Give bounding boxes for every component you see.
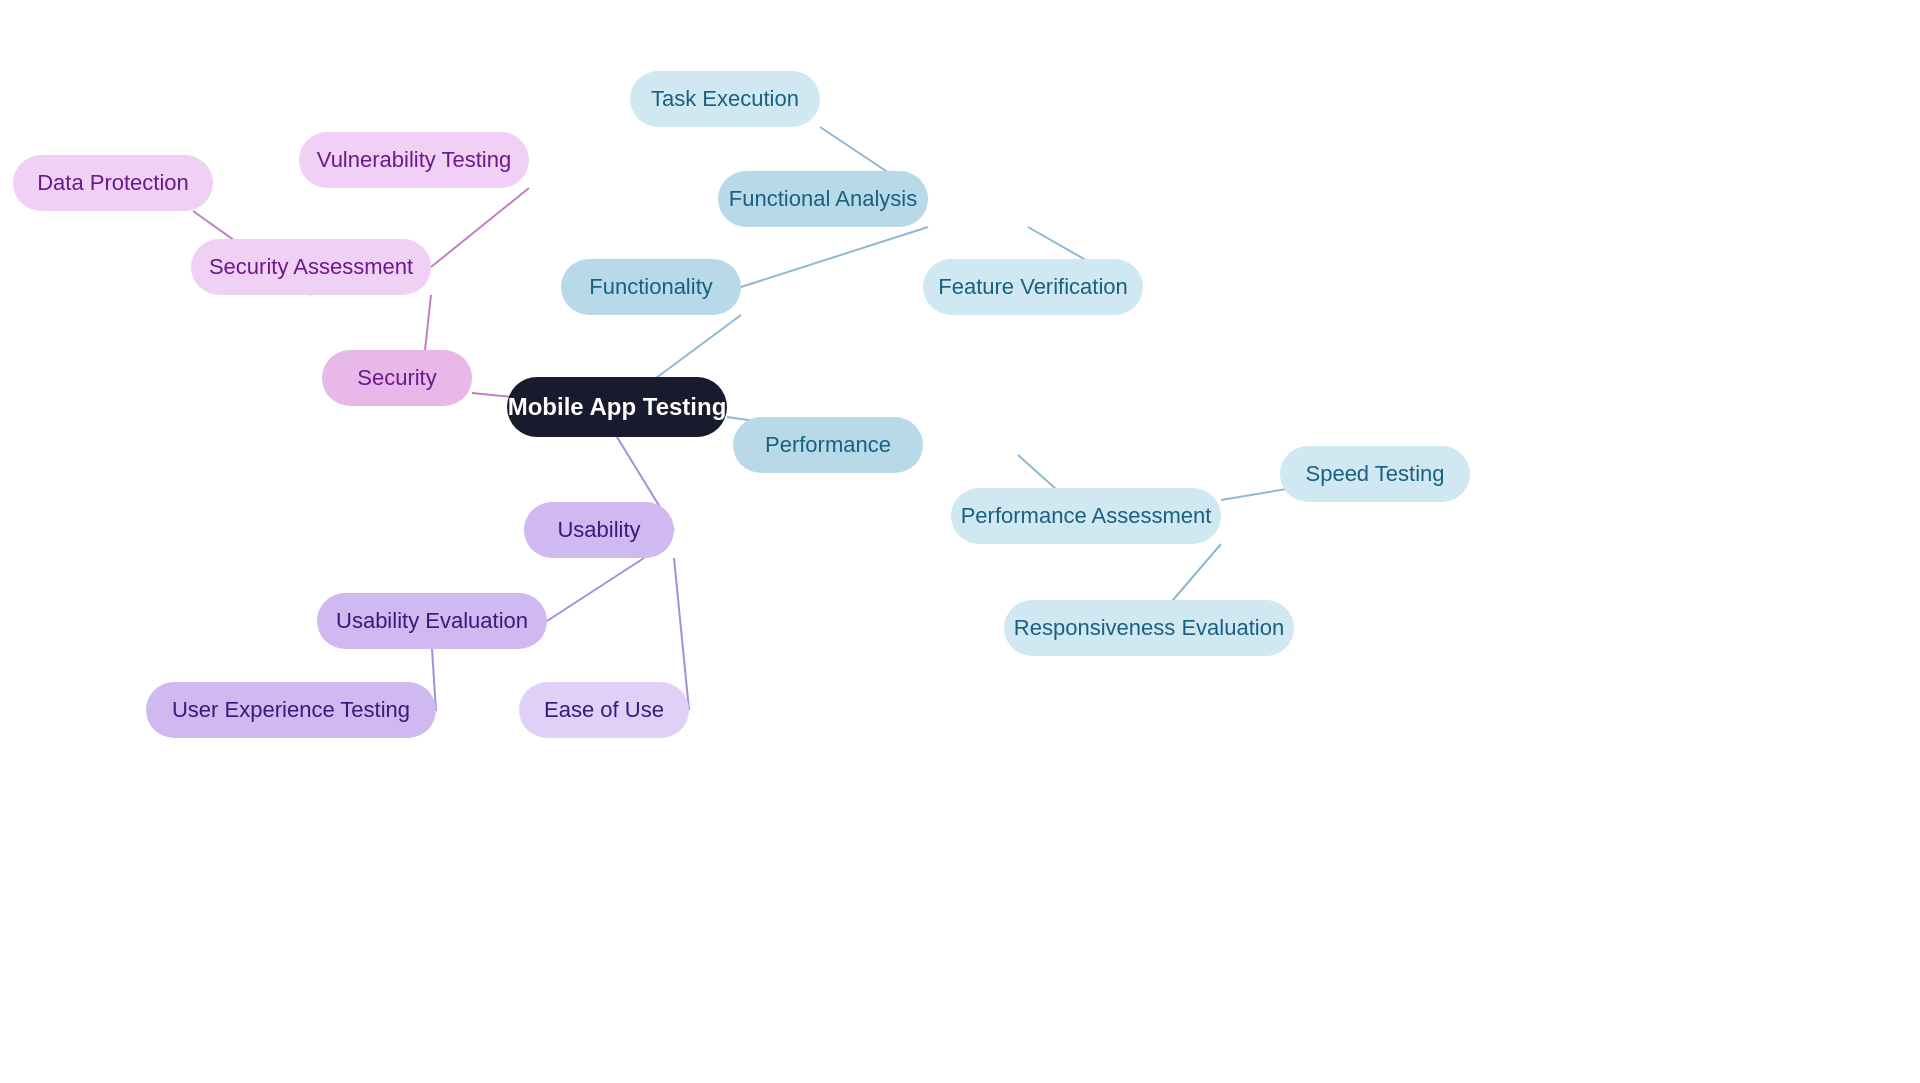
performance-node: Performance — [733, 417, 923, 473]
task-execution-node: Task Execution — [630, 71, 820, 127]
security-assessment-node: Security Assessment — [191, 239, 431, 295]
usability-evaluation-node: Usability Evaluation — [317, 593, 547, 649]
center-node: Mobile App Testing — [507, 377, 727, 437]
svg-line-13 — [547, 558, 644, 621]
user-experience-testing-node: User Experience Testing — [146, 682, 436, 738]
usability-node: Usability — [524, 502, 674, 558]
functional-analysis-node: Functional Analysis — [718, 171, 928, 227]
responsiveness-evaluation-node: Responsiveness Evaluation — [1004, 600, 1294, 656]
vulnerability-testing-node: Vulnerability Testing — [299, 132, 529, 188]
svg-line-1 — [741, 227, 928, 287]
speed-testing-node: Speed Testing — [1280, 446, 1470, 502]
ease-of-use-node: Ease of Use — [519, 682, 689, 738]
feature-verification-node: Feature Verification — [923, 259, 1143, 315]
functionality-node: Functionality — [561, 259, 741, 315]
data-protection-node: Data Protection — [13, 155, 213, 211]
performance-assessment-node: Performance Assessment — [951, 488, 1221, 544]
svg-line-10 — [431, 188, 529, 267]
security-node: Security — [322, 350, 472, 406]
